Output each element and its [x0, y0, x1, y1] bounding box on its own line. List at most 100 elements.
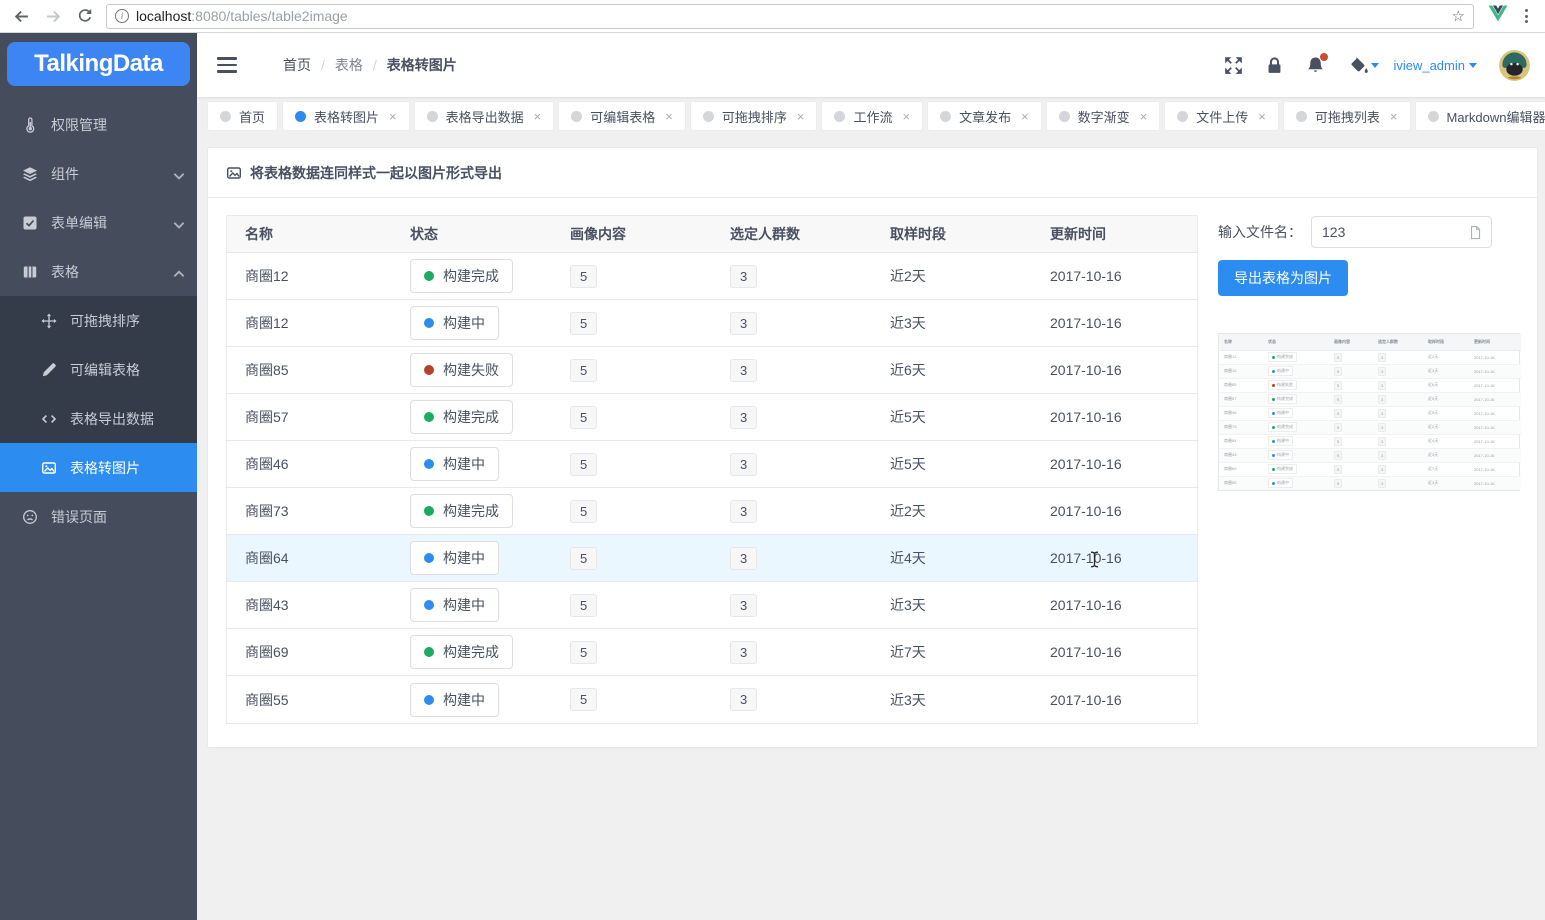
filename-input[interactable]: 123 — [1311, 216, 1492, 248]
browser-actions — [1484, 5, 1535, 27]
sidebar-item-表格转图片[interactable]: 表格转图片 — [0, 443, 197, 492]
tab-close-icon[interactable]: × — [665, 109, 673, 124]
sidebar-item-错误页面[interactable]: 错误页面 — [0, 492, 197, 541]
table-row-商圈55[interactable]: 商圈55 构建中 5 3 近3天 2017-10-16 — [227, 676, 1197, 723]
forward-arrow-icon[interactable] — [42, 5, 64, 27]
table-row-商圈69[interactable]: 商圈69 构建完成 5 3 近7天 2017-10-16 — [227, 629, 1197, 676]
url-bar[interactable]: i localhost:8080/tables/table2image ☆ — [106, 3, 1474, 29]
tab-close-icon[interactable]: × — [1258, 109, 1266, 124]
tab-数字渐变[interactable]: 数字渐变 × — [1045, 101, 1161, 131]
status-dot-icon — [424, 412, 434, 422]
theme-bucket-icon[interactable] — [1347, 56, 1380, 75]
breadcrumb-item[interactable]: 首页 — [283, 55, 311, 75]
sidebar-item-可拖拽排序[interactable]: 可拖拽排序 — [0, 296, 197, 345]
status-badge: 构建中 — [410, 588, 499, 622]
status-badge: 构建完成 — [410, 400, 513, 434]
table-body: 商圈12 构建完成 5 3 近2天 2017-10-16 商圈12 构建中 5 3 近3天 2017-… — [227, 253, 1197, 723]
cell-status: 构建完成 — [392, 253, 552, 300]
value-chip: 5 — [570, 546, 598, 570]
pencil-icon — [41, 362, 57, 378]
value-chip: 3 — [730, 593, 758, 617]
tab-可拖拽列表[interactable]: 可拖拽列表 × — [1282, 101, 1411, 131]
tab-close-icon[interactable]: × — [1140, 109, 1148, 124]
status-dot-icon — [424, 271, 434, 281]
table-row-商圈12[interactable]: 商圈12 构建中 5 3 近3天 2017-10-16 — [227, 300, 1197, 347]
cell-status: 构建失败 — [392, 347, 552, 394]
tab-close-icon[interactable]: × — [534, 109, 542, 124]
cell-audience: 3 — [712, 441, 872, 488]
topbar: 首页 / 表格 / 表格转图片 iview_admin — [197, 33, 1545, 97]
status-badge: 构建完成 — [410, 494, 513, 528]
cell-audience: 3 — [712, 253, 872, 300]
tab-可拖拽排序[interactable]: 可拖拽排序 × — [689, 101, 818, 131]
tab-close-icon[interactable]: × — [1390, 109, 1398, 124]
sidebar-item-组件[interactable]: 组件 — [0, 149, 197, 198]
hamburger-menu-icon[interactable] — [217, 53, 237, 77]
value-chip: 3 — [730, 264, 758, 288]
table-row-商圈46[interactable]: 商圈46 构建中 5 3 近5天 2017-10-16 — [227, 441, 1197, 488]
preview-cell: 近3天 — [1423, 364, 1469, 379]
tab-label: 表格转图片 — [314, 109, 380, 125]
status-badge: 构建完成 — [410, 635, 513, 669]
cell-audience: 3 — [712, 582, 872, 629]
tab-表格导出数据[interactable]: 表格导出数据 × — [413, 101, 555, 131]
table-row-商圈43[interactable]: 商圈43 构建中 5 3 近3天 2017-10-16 — [227, 582, 1197, 629]
cell-name: 商圈43 — [227, 582, 392, 629]
cell-portrait: 5 — [552, 441, 712, 488]
tab-文件上传[interactable]: 文件上传 × — [1164, 101, 1279, 131]
profiles-table: 名称 状态 画像内容 选定人群数 取样时段 更新时间 商圈12 构建完成 5 3 近2天 2017-… — [226, 215, 1198, 724]
reload-icon[interactable] — [74, 5, 96, 27]
tab-label: 文件上传 — [1196, 109, 1249, 125]
user-menu[interactable]: iview_admin — [1393, 58, 1477, 73]
cell-updated: 2017-10-16 — [1032, 676, 1197, 723]
back-arrow-icon[interactable] — [10, 5, 32, 27]
breadcrumb: 首页 / 表格 / 表格转图片 — [283, 55, 457, 75]
notification-badge — [1320, 52, 1329, 61]
tab-close-icon[interactable]: × — [1021, 109, 1029, 124]
cell-audience: 3 — [712, 535, 872, 582]
preview-cell: 2017-10-16 — [1469, 378, 1521, 393]
tab-工作流[interactable]: 工作流 × — [821, 101, 924, 131]
bell-icon[interactable] — [1306, 52, 1329, 75]
tab-close-icon[interactable]: × — [389, 109, 397, 124]
vue-devtools-icon[interactable] — [1488, 5, 1508, 27]
sidebar-item-表格[interactable]: 表格 — [0, 247, 197, 296]
status-dot-icon — [424, 694, 434, 705]
page-info-icon[interactable]: i — [115, 9, 129, 23]
status-badge: 构建中 — [410, 306, 499, 340]
tab-close-icon[interactable]: × — [902, 109, 910, 124]
breadcrumb-item[interactable]: 表格 — [335, 55, 363, 75]
cell-period: 近5天 — [872, 441, 1032, 488]
lock-icon[interactable] — [1265, 56, 1284, 75]
table-row-商圈73[interactable]: 商圈73 构建完成 5 3 近2天 2017-10-16 — [227, 488, 1197, 535]
tab-首页[interactable]: 首页 — [207, 101, 279, 131]
cell-updated: 2017-10-16 — [1032, 488, 1197, 535]
table-row-商圈85[interactable]: 商圈85 构建失败 5 3 近6天 2017-10-16 — [227, 347, 1197, 394]
sidebar-item-可编辑表格[interactable]: 可编辑表格 — [0, 345, 197, 394]
preview-cell: 近5天 — [1423, 406, 1469, 421]
preview-header-row: 名称 状态 画像内容 选定人群数 取样时段 更新时间 — [1219, 334, 1521, 351]
preview-cell: 5 — [1329, 350, 1373, 365]
preview-cell: 5 — [1329, 434, 1373, 449]
bookmark-star-icon[interactable]: ☆ — [1452, 7, 1465, 25]
value-chip: 5 — [570, 593, 598, 617]
sidebar-item-权限管理[interactable]: 权限管理 — [0, 100, 197, 149]
table-row-商圈12[interactable]: 商圈12 构建完成 5 3 近2天 2017-10-16 — [227, 253, 1197, 300]
table-row-商圈64[interactable]: 商圈64 构建中 5 3 近4天 2017-10-16 — [227, 535, 1197, 582]
preview-cell: 构建中 — [1263, 448, 1329, 463]
status-dot-icon — [424, 600, 434, 610]
preview-cell: 商圈85 — [1219, 378, 1263, 393]
kebab-menu-icon[interactable] — [1522, 6, 1531, 26]
avatar[interactable] — [1499, 49, 1530, 81]
tab-Markdown编辑器[interactable]: Markdown编辑器× — [1414, 101, 1545, 131]
fullscreen-icon[interactable] — [1224, 56, 1243, 75]
talkingdata-logo[interactable]: TalkingData — [7, 42, 190, 86]
tab-可编辑表格[interactable]: 可编辑表格 × — [558, 101, 686, 131]
export-button[interactable]: 导出表格为图片 — [1218, 260, 1348, 296]
sidebar-item-表格导出数据[interactable]: 表格导出数据 — [0, 394, 197, 443]
tab-close-icon[interactable]: × — [797, 109, 805, 124]
tab-文章发布[interactable]: 文章发布 × — [927, 101, 1042, 131]
sidebar-item-表单编辑[interactable]: 表单编辑 — [0, 198, 197, 247]
table-row-商圈57[interactable]: 商圈57 构建完成 5 3 近5天 2017-10-16 — [227, 394, 1197, 441]
tab-表格转图片[interactable]: 表格转图片 × — [282, 101, 410, 131]
